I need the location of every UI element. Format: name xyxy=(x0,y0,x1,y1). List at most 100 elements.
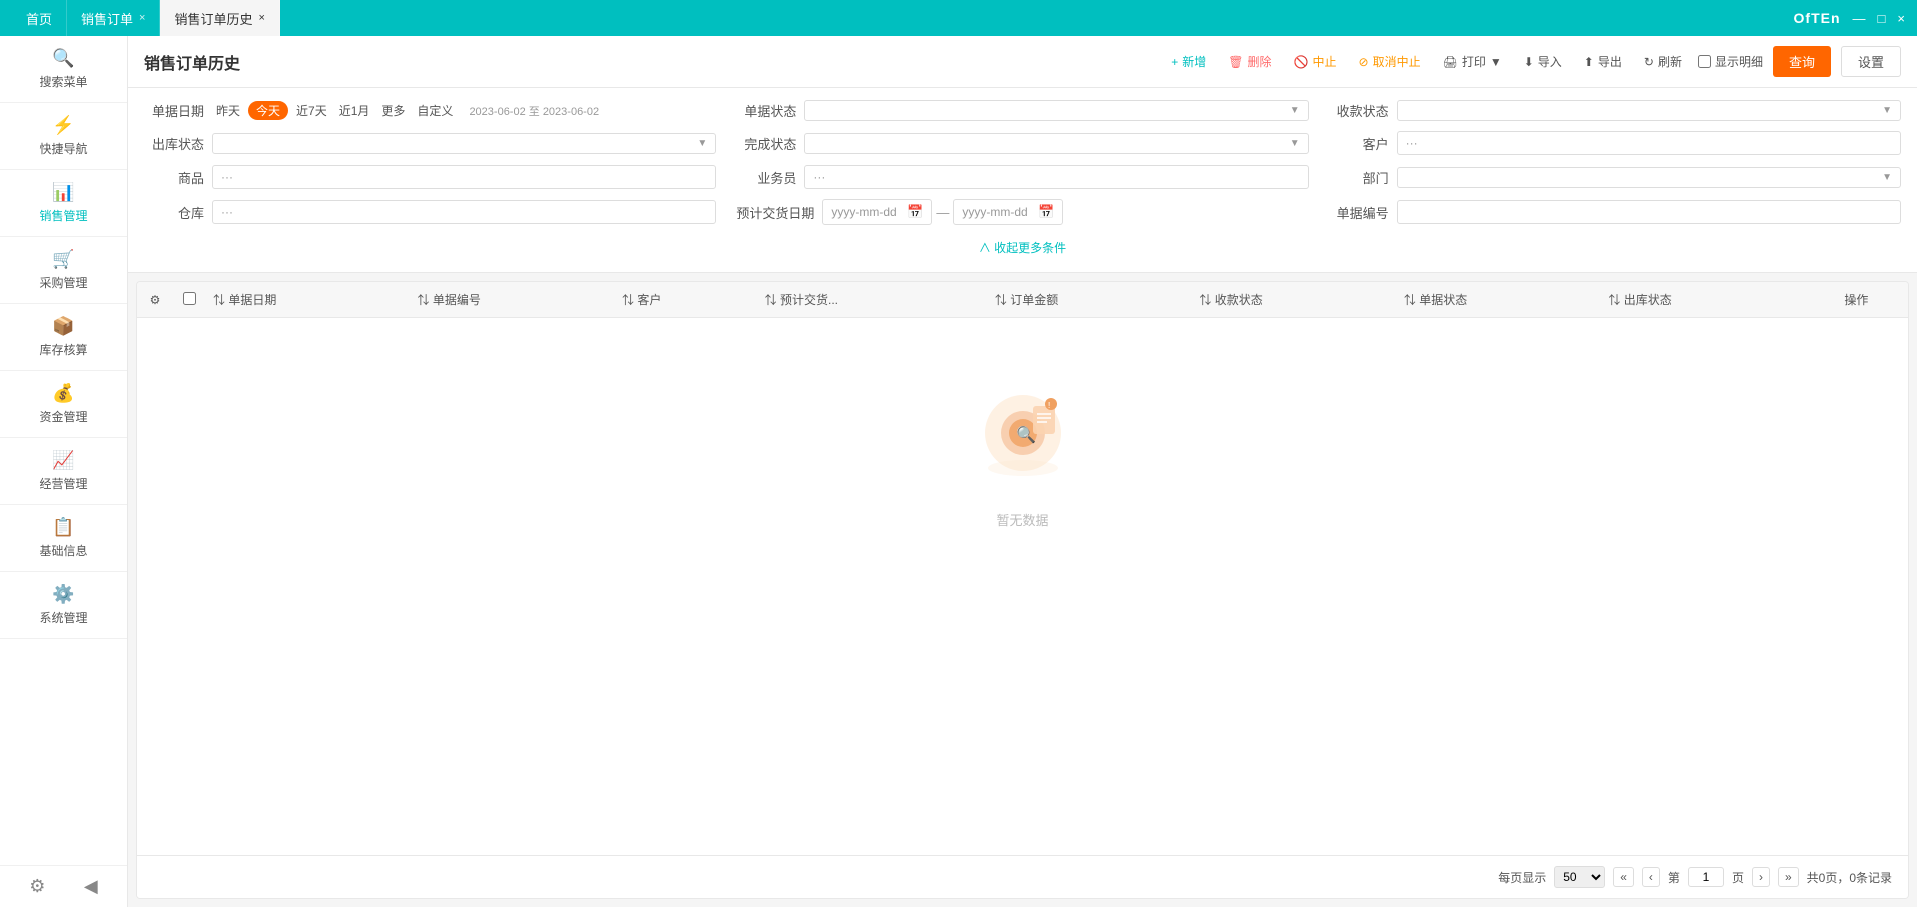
delete-button[interactable]: 🗑 删除 xyxy=(1222,49,1277,74)
sidebar-item-purchase-mgmt[interactable]: 🛒 采购管理 xyxy=(0,237,127,304)
basic-info-icon: 📋 xyxy=(52,517,74,538)
stop-label: 中止 xyxy=(1312,53,1336,70)
date-quick-btns: 昨天 今天 近7天 近1月 更多 自定义 xyxy=(212,101,457,120)
sidebar-item-system-mgmt-label: 系统管理 xyxy=(39,609,87,626)
filter-customer-input[interactable]: ··· xyxy=(1397,131,1901,155)
settings-button[interactable]: 设置 xyxy=(1841,46,1901,77)
date-custom-btn[interactable]: 自定义 xyxy=(413,101,457,120)
sort-icon-customer[interactable]: ⇅ xyxy=(622,293,634,307)
sidebar-collapse-icon[interactable]: ◀ xyxy=(84,876,98,897)
filter-salesperson-input[interactable]: ··· xyxy=(804,165,1308,189)
sort-icon-bill-no[interactable]: ⇅ xyxy=(417,293,429,307)
last-page-btn[interactable]: » xyxy=(1778,867,1799,887)
query-button[interactable]: 查询 xyxy=(1773,46,1831,77)
filter-receipt-status-item: 收款状态 ▼ xyxy=(1329,100,1901,121)
display-detail-checkbox[interactable] xyxy=(1698,55,1711,68)
sidebar-item-quick-nav-label: 快捷导航 xyxy=(39,140,87,157)
next-page-btn[interactable]: › xyxy=(1752,867,1770,887)
filter-bill-no-input[interactable] xyxy=(1397,200,1901,224)
maximize-btn[interactable]: □ xyxy=(1878,11,1886,26)
display-detail-label: 显示明细 xyxy=(1715,53,1763,70)
th-order-amount: ⇅ 订单金额 xyxy=(987,282,1191,318)
sidebar-item-sales-mgmt[interactable]: 📊 销售管理 xyxy=(0,170,127,237)
filter-customer-item: 客户 ··· xyxy=(1329,131,1901,155)
sidebar-item-system-mgmt[interactable]: ⚙️ 系统管理 xyxy=(0,572,127,639)
sidebar-item-operation-mgmt-label: 经营管理 xyxy=(39,475,87,492)
minimize-btn[interactable]: — xyxy=(1853,11,1866,26)
filter-salesperson-item: 业务员 ··· xyxy=(736,165,1308,189)
collapse-row[interactable]: ∧ 收起更多条件 xyxy=(144,235,1901,260)
date-7days-btn[interactable]: 近7天 xyxy=(292,101,331,120)
sidebar-item-capital-mgmt[interactable]: 💰 资金管理 xyxy=(0,371,127,438)
date-1month-btn[interactable]: 近1月 xyxy=(335,101,374,120)
import-button[interactable]: ⬇ 导入 xyxy=(1518,49,1568,74)
sidebar-item-inventory-calc-label: 库存核算 xyxy=(39,341,87,358)
filter-warehouse-out-select[interactable]: ▼ xyxy=(212,133,716,154)
capital-mgmt-icon: 💰 xyxy=(52,383,74,404)
sidebar-item-quick-nav[interactable]: ⚡ 快捷导航 xyxy=(0,103,127,170)
print-button[interactable]: 🖨 打印 ▼ xyxy=(1437,49,1508,74)
tab-sales-order-history-close[interactable]: × xyxy=(258,12,264,24)
page-size-select[interactable]: 50 10 20 100 xyxy=(1554,866,1605,888)
date-yesterday-btn[interactable]: 昨天 xyxy=(212,101,244,120)
sidebar-item-capital-mgmt-label: 资金管理 xyxy=(39,408,87,425)
close-btn[interactable]: × xyxy=(1897,11,1905,26)
table-wrapper: ⚙ ⇅ 单据日期 ⇅ 单据编号 ⇅ xyxy=(137,282,1908,855)
sidebar-item-purchase-mgmt-label: 采购管理 xyxy=(39,274,87,291)
filter-goods-input[interactable]: ··· xyxy=(212,165,716,189)
sidebar-item-sales-mgmt-label: 销售管理 xyxy=(39,207,87,224)
th-setting[interactable]: ⚙ xyxy=(137,282,173,318)
cancel-stop-button[interactable]: ⊘ 取消中止 xyxy=(1353,49,1427,74)
filter-delivery-date-to[interactable]: yyyy-mm-dd 📅 xyxy=(953,199,1063,225)
import-icon: ⬇ xyxy=(1524,55,1534,69)
top-bar: 首页 销售订单 × 销售订单历史 × OfTEn — □ × xyxy=(0,0,1917,36)
sidebar-item-basic-info[interactable]: 📋 基础信息 xyxy=(0,505,127,572)
refresh-button[interactable]: ↻ 刷新 xyxy=(1638,49,1688,74)
sales-mgmt-icon: 📊 xyxy=(52,182,74,203)
empty-illustration: 🔍 ! xyxy=(963,378,1083,498)
sort-icon-order-amount[interactable]: ⇅ xyxy=(995,293,1007,307)
tab-sales-order[interactable]: 销售订单 × xyxy=(67,0,160,36)
export-button[interactable]: ⬆ 导出 xyxy=(1578,49,1628,74)
sort-icon-bill-status[interactable]: ⇅ xyxy=(1404,293,1416,307)
dept-dropdown-icon: ▼ xyxy=(1882,172,1892,183)
tab-sales-order-close[interactable]: × xyxy=(139,12,145,24)
filter-delivery-date-from[interactable]: yyyy-mm-dd 📅 xyxy=(822,199,932,225)
filter-dept-select[interactable]: ▼ xyxy=(1397,167,1901,188)
th-action: 操作 xyxy=(1805,282,1908,318)
sidebar-item-inventory-calc[interactable]: 📦 库存核算 xyxy=(0,304,127,371)
date-more-btn[interactable]: 更多 xyxy=(377,101,409,120)
date-separator: — xyxy=(936,205,949,220)
filter-warehouse-input[interactable]: ··· xyxy=(212,200,716,224)
filter-complete-status-select[interactable]: ▼ xyxy=(804,133,1308,154)
filter-bill-no-label: 单据编号 xyxy=(1329,203,1389,222)
add-button[interactable]: + 新增 xyxy=(1165,49,1212,74)
print-icon: 🖨 xyxy=(1443,55,1458,69)
page-header: 销售订单历史 + 新增 🗑 删除 🚫 中止 ⊘ 取消中止 xyxy=(128,36,1917,88)
display-detail-toggle[interactable]: 显示明细 xyxy=(1698,53,1763,70)
th-check[interactable] xyxy=(173,282,205,318)
page-number-input[interactable] xyxy=(1688,867,1724,887)
sort-icon-delivery[interactable]: ⇅ xyxy=(765,293,777,307)
filter-receipt-status-select[interactable]: ▼ xyxy=(1397,100,1901,121)
sort-icon-receipt-status[interactable]: ⇅ xyxy=(1199,293,1211,307)
date-today-btn[interactable]: 今天 xyxy=(248,101,288,120)
sidebar: 🔍 搜索菜单 ⚡ 快捷导航 📊 销售管理 🛒 采购管理 📦 库存核算 💰 资金管… xyxy=(0,36,128,907)
sidebar-item-operation-mgmt[interactable]: 📈 经营管理 xyxy=(0,438,127,505)
stop-button[interactable]: 🚫 中止 xyxy=(1288,49,1343,74)
filter-bill-status-select[interactable]: ▼ xyxy=(804,100,1308,121)
print-dropdown-icon[interactable]: ▼ xyxy=(1490,55,1502,69)
prev-page-btn[interactable]: ‹ xyxy=(1642,867,1660,887)
sidebar-settings-icon[interactable]: ⚙ xyxy=(29,876,45,897)
sort-icon-bill-date[interactable]: ⇅ xyxy=(213,293,225,307)
tab-home[interactable]: 首页 xyxy=(12,0,67,36)
select-all-checkbox[interactable] xyxy=(183,292,196,305)
tab-sales-order-label: 销售订单 xyxy=(81,9,133,28)
th-bill-date: ⇅ 单据日期 xyxy=(205,282,409,318)
sidebar-item-search-menu[interactable]: 🔍 搜索菜单 xyxy=(0,36,127,103)
first-page-btn[interactable]: « xyxy=(1613,867,1634,887)
receipt-status-dropdown-icon: ▼ xyxy=(1882,105,1892,116)
sort-icon-warehouse-out[interactable]: ⇅ xyxy=(1608,293,1620,307)
tab-sales-order-history[interactable]: 销售订单历史 × xyxy=(160,0,279,36)
inventory-calc-icon: 📦 xyxy=(52,316,74,337)
